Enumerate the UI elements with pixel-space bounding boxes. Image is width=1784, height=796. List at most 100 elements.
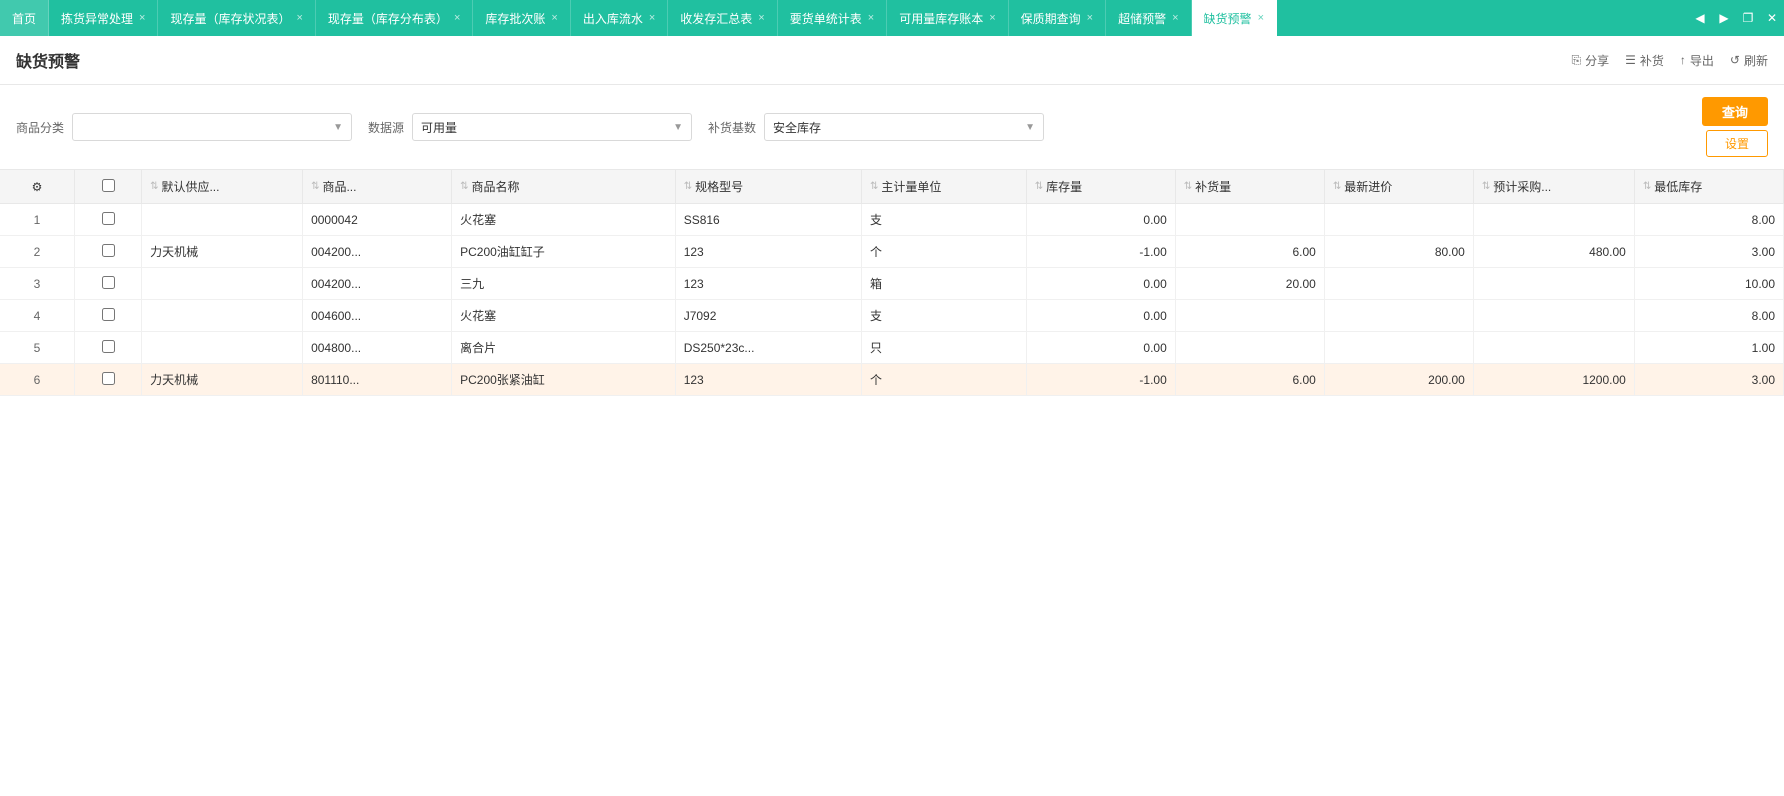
sort-icon-name: ⇅ bbox=[460, 181, 468, 192]
row-checkbox[interactable] bbox=[102, 340, 115, 353]
cell-check[interactable] bbox=[75, 300, 142, 332]
cell-spec: J7092 bbox=[675, 300, 861, 332]
tab-close-shortage[interactable]: × bbox=[1258, 12, 1264, 24]
th-spec[interactable]: ⇅ 规格型号 bbox=[675, 170, 861, 204]
cell-name: PC200张紧油缸 bbox=[452, 364, 676, 396]
cell-supplier: 力天机械 bbox=[142, 236, 303, 268]
tab-home[interactable]: 首页 bbox=[0, 0, 49, 36]
table-row: 4 004600... 火花塞 J7092 支 0.00 8.00 bbox=[0, 300, 1784, 332]
tab-nav-right: ◀ ▶ ❐ ✕ bbox=[1688, 11, 1784, 25]
cell-spec: 123 bbox=[675, 364, 861, 396]
table-row: 5 004800... 离合片 DS250*23c... 只 0.00 1.00 bbox=[0, 332, 1784, 364]
cell-check[interactable] bbox=[75, 364, 142, 396]
tab-next-btn[interactable]: ▶ bbox=[1712, 11, 1736, 25]
cell-estimate: 480.00 bbox=[1473, 236, 1634, 268]
filter-group-category: 商品分类 ▼ bbox=[16, 113, 352, 141]
tab-close-summary[interactable]: × bbox=[758, 12, 764, 24]
query-button[interactable]: 查询 bbox=[1702, 97, 1768, 126]
cell-no: 5 bbox=[0, 332, 75, 364]
refresh-button[interactable]: ↺ 刷新 bbox=[1730, 52, 1768, 69]
th-unit[interactable]: ⇅ 主计量单位 bbox=[862, 170, 1027, 204]
cell-estimate bbox=[1473, 204, 1634, 236]
table-header-row: ⚙ ⇅ 默认供应... ⇅ 商品... bbox=[0, 170, 1784, 204]
filter-group-datasource: 数据源 可用量 ▼ bbox=[368, 113, 692, 141]
tab-close-overstock[interactable]: × bbox=[1172, 12, 1178, 24]
table-container: ⚙ ⇅ 默认供应... ⇅ 商品... bbox=[0, 170, 1784, 396]
tab-inventory-dist[interactable]: 现存量（库存分布表） × bbox=[316, 0, 473, 36]
select-all-checkbox[interactable] bbox=[102, 179, 115, 192]
cell-stock: -1.00 bbox=[1026, 236, 1175, 268]
cell-price: 80.00 bbox=[1324, 236, 1473, 268]
cell-min-stock: 3.00 bbox=[1634, 236, 1783, 268]
export-icon: ↑ bbox=[1680, 53, 1686, 67]
tab-prev-btn[interactable]: ◀ bbox=[1688, 11, 1712, 25]
cell-replenish: 6.00 bbox=[1175, 364, 1324, 396]
cell-min-stock: 10.00 bbox=[1634, 268, 1783, 300]
tab-batch[interactable]: 库存批次账 × bbox=[473, 0, 570, 36]
category-select[interactable]: ▼ bbox=[72, 113, 352, 141]
row-checkbox[interactable] bbox=[102, 372, 115, 385]
th-stock[interactable]: ⇅ 库存量 bbox=[1026, 170, 1175, 204]
tab-restore-btn[interactable]: ❐ bbox=[1736, 11, 1760, 25]
th-supplier[interactable]: ⇅ 默认供应... bbox=[142, 170, 303, 204]
cell-check[interactable] bbox=[75, 236, 142, 268]
row-checkbox[interactable] bbox=[102, 276, 115, 289]
th-estimate[interactable]: ⇅ 预计采购... bbox=[1473, 170, 1634, 204]
share-button[interactable]: ⎘ 分享 bbox=[1572, 52, 1610, 69]
cell-check[interactable] bbox=[75, 268, 142, 300]
cell-min-stock: 1.00 bbox=[1634, 332, 1783, 364]
tab-close-inventory-dist[interactable]: × bbox=[454, 12, 460, 24]
tab-close-available[interactable]: × bbox=[989, 12, 995, 24]
sort-icon-unit: ⇅ bbox=[870, 181, 878, 192]
replenish-icon: ☰ bbox=[1625, 53, 1636, 67]
th-price[interactable]: ⇅ 最新进价 bbox=[1324, 170, 1473, 204]
th-min-stock[interactable]: ⇅ 最低库存 bbox=[1634, 170, 1783, 204]
tab-overstock[interactable]: 超储预警 × bbox=[1106, 0, 1191, 36]
cell-estimate bbox=[1473, 268, 1634, 300]
tab-expiry[interactable]: 保质期查询 × bbox=[1009, 0, 1106, 36]
tab-abnormal[interactable]: 拣货异常处理 × bbox=[49, 0, 158, 36]
th-name[interactable]: ⇅ 商品名称 bbox=[452, 170, 676, 204]
row-checkbox[interactable] bbox=[102, 308, 115, 321]
cell-price bbox=[1324, 204, 1473, 236]
th-replenish[interactable]: ⇅ 补货量 bbox=[1175, 170, 1324, 204]
share-icon: ⎘ bbox=[1572, 53, 1582, 68]
tab-requisition[interactable]: 要货单统计表 × bbox=[778, 0, 887, 36]
replenish-base-dropdown-icon: ▼ bbox=[1025, 122, 1035, 133]
cell-check[interactable] bbox=[75, 204, 142, 236]
replenish-base-select[interactable]: 安全库存 ▼ bbox=[764, 113, 1044, 141]
tab-bar: 首页 拣货异常处理 × 现存量（库存状况表） × 现存量（库存分布表） × 库存… bbox=[0, 0, 1784, 36]
datasource-select-value: 可用量 bbox=[421, 119, 457, 136]
tab-close-batch[interactable]: × bbox=[551, 12, 557, 24]
tab-close-requisition[interactable]: × bbox=[868, 12, 874, 24]
tab-available[interactable]: 可用量库存账本 × bbox=[887, 0, 1008, 36]
datasource-dropdown-icon: ▼ bbox=[673, 122, 683, 133]
tab-inout[interactable]: 出入库流水 × bbox=[571, 0, 668, 36]
tab-summary[interactable]: 收发存汇总表 × bbox=[668, 0, 777, 36]
cell-name: 离合片 bbox=[452, 332, 676, 364]
replenish-button[interactable]: ☰ 补货 bbox=[1625, 52, 1664, 69]
export-button[interactable]: ↑ 导出 bbox=[1680, 52, 1714, 69]
filter-bar: 商品分类 ▼ 数据源 可用量 ▼ 补货基数 安全库存 ▼ 查询 设置 bbox=[0, 85, 1784, 170]
sort-icon-price: ⇅ bbox=[1333, 181, 1341, 192]
sort-icon-estimate: ⇅ bbox=[1482, 181, 1490, 192]
tab-shortage[interactable]: 缺货预警 × bbox=[1192, 0, 1277, 36]
cell-no: 4 bbox=[0, 300, 75, 332]
tab-close-expiry[interactable]: × bbox=[1087, 12, 1093, 24]
row-checkbox[interactable] bbox=[102, 244, 115, 257]
row-checkbox[interactable] bbox=[102, 212, 115, 225]
th-settings[interactable]: ⚙ bbox=[0, 170, 75, 204]
sort-icon-replenish: ⇅ bbox=[1184, 181, 1192, 192]
tab-close-inout[interactable]: × bbox=[649, 12, 655, 24]
cell-check[interactable] bbox=[75, 332, 142, 364]
th-check[interactable] bbox=[75, 170, 142, 204]
settings-button[interactable]: 设置 bbox=[1706, 130, 1768, 157]
th-code[interactable]: ⇅ 商品... bbox=[303, 170, 452, 204]
tab-close-abnormal[interactable]: × bbox=[139, 12, 145, 24]
tab-fullclose-btn[interactable]: ✕ bbox=[1760, 11, 1784, 25]
tab-close-inventory-status[interactable]: × bbox=[296, 12, 302, 24]
tab-inventory-status[interactable]: 现存量（库存状况表） × bbox=[158, 0, 315, 36]
cell-spec: SS816 bbox=[675, 204, 861, 236]
datasource-select[interactable]: 可用量 ▼ bbox=[412, 113, 692, 141]
page-title: 缺货预警 bbox=[16, 48, 80, 72]
